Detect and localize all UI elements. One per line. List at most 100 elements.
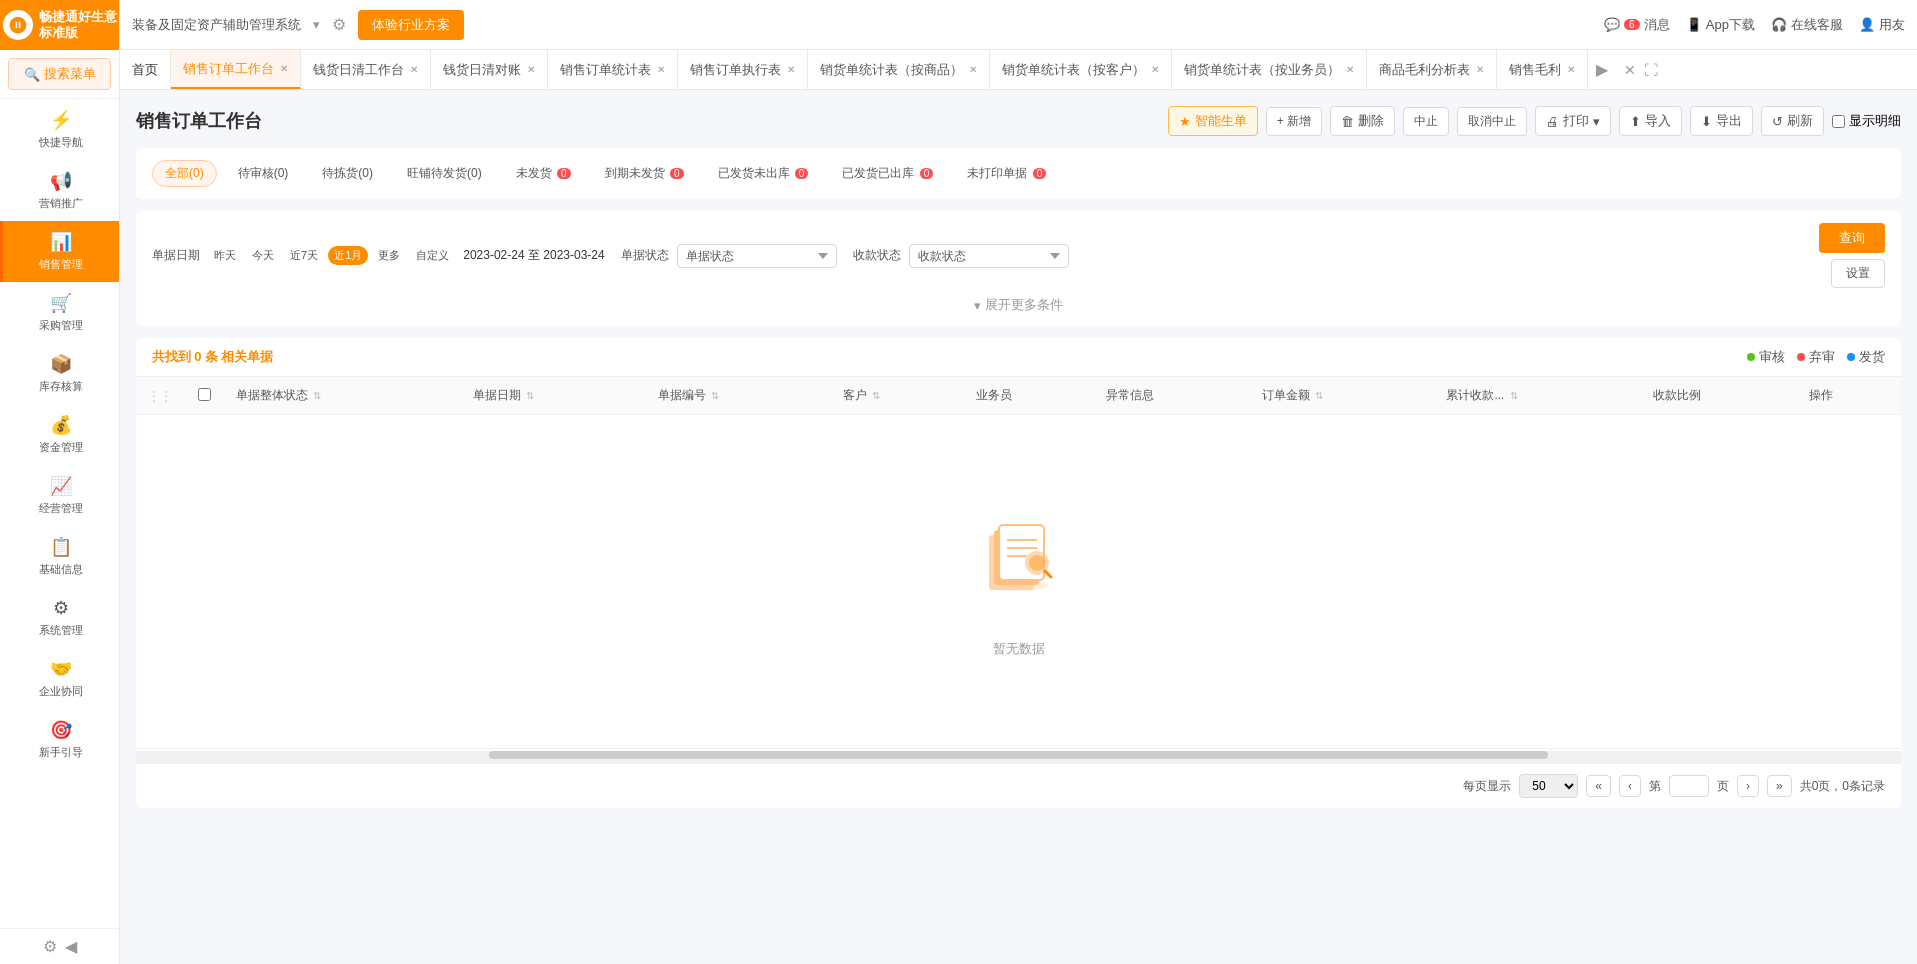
online-service-button[interactable]: 🎧 在线客服 xyxy=(1771,16,1843,34)
review-action-button[interactable]: 审核 xyxy=(1747,348,1785,366)
col-number[interactable]: 单据编号 ⇅ xyxy=(646,377,831,415)
sidebar-item-basic[interactable]: 📋 基础信息 xyxy=(0,526,119,587)
tab-sales-profit[interactable]: 销售毛利 ✕ xyxy=(1497,50,1588,89)
expand-conditions-button[interactable]: ▾ 展开更多条件 xyxy=(974,296,1063,314)
tab-sales-stats-staff[interactable]: 销货单统计表（按业务员） ✕ xyxy=(1172,50,1367,89)
select-all-checkbox[interactable] xyxy=(198,388,211,401)
tab-maximize-button[interactable]: ⛶ xyxy=(1642,60,1660,80)
date-btn-more[interactable]: 更多 xyxy=(372,246,406,265)
purchase-icon: 🛒 xyxy=(50,292,72,314)
date-btn-1month[interactable]: 近1月 xyxy=(328,246,368,265)
search-menu-button[interactable]: 🔍 搜索菜单 xyxy=(8,58,111,90)
filter-tab-not-shipped[interactable]: 未发货 0 xyxy=(503,160,584,187)
tab-close-sales-order[interactable]: ✕ xyxy=(280,63,288,74)
sidebar-item-inventory[interactable]: 📦 库存核算 xyxy=(0,343,119,404)
date-btn-7days[interactable]: 近7天 xyxy=(284,246,324,265)
sidebar-item-finance[interactable]: 💰 资金管理 xyxy=(0,404,119,465)
message-button[interactable]: 💬 6 消息 xyxy=(1604,16,1670,34)
prev-page-button[interactable]: ‹ xyxy=(1619,775,1641,797)
tab-sales-order-workspace[interactable]: 销售订单工作台 ✕ xyxy=(171,50,301,89)
filter-tab-shipped-not-out[interactable]: 已发货未出库 0 xyxy=(705,160,822,187)
smart-order-button[interactable]: ★ 智能生单 xyxy=(1168,106,1258,136)
tab-close-all-button[interactable]: ✕ xyxy=(1622,60,1638,80)
tab-close-profit[interactable]: ✕ xyxy=(1567,64,1575,75)
show-detail-label[interactable]: 显示明细 xyxy=(1832,112,1901,130)
tab-close-stats-staff[interactable]: ✕ xyxy=(1346,64,1354,75)
sidebar-bottom: ⚙ ◀ xyxy=(0,928,119,964)
query-button[interactable]: 查询 xyxy=(1819,223,1885,253)
sidebar-item-quicknav[interactable]: ⚡ 快捷导航 xyxy=(0,99,119,160)
sidebar-item-system[interactable]: ⚙ 系统管理 xyxy=(0,587,119,648)
date-btn-yesterday[interactable]: 昨天 xyxy=(208,246,242,265)
suspend-button[interactable]: 中止 xyxy=(1403,107,1449,136)
last-page-button[interactable]: » xyxy=(1767,775,1792,797)
tab-product-margin[interactable]: 商品毛利分析表 ✕ xyxy=(1367,50,1497,89)
filter-tab-all[interactable]: 全部(0) xyxy=(152,160,217,187)
date-btn-custom[interactable]: 自定义 xyxy=(410,246,455,265)
sidebar-item-marketing[interactable]: 📢 营销推广 xyxy=(0,160,119,221)
ship-action-button[interactable]: 发货 xyxy=(1847,348,1885,366)
chevron-down-icon[interactable]: ▾ xyxy=(313,17,320,32)
print-button[interactable]: 🖨 打印 ▾ xyxy=(1535,106,1611,136)
sidebar-item-operations[interactable]: 📈 经营管理 xyxy=(0,465,119,526)
filter-tab-wangpu[interactable]: 旺铺待发货(0) xyxy=(394,160,495,187)
sidebar-settings-button[interactable]: ⚙ xyxy=(43,937,57,956)
tab-close-margin[interactable]: ✕ xyxy=(1476,64,1484,75)
date-btn-today[interactable]: 今天 xyxy=(246,246,280,265)
receipt-label: 收款状态 xyxy=(853,247,901,264)
sidebar-item-purchase[interactable]: 🛒 采购管理 xyxy=(0,282,119,343)
current-page-input[interactable]: 1 xyxy=(1669,775,1709,797)
settings-icon[interactable]: ⚙ xyxy=(332,15,346,34)
filter-tab-pending-inspect[interactable]: 待拣货(0) xyxy=(309,160,386,187)
col-date[interactable]: 单据日期 ⇅ xyxy=(461,377,646,415)
per-page-select[interactable]: 10 20 50 100 xyxy=(1519,774,1578,798)
tab-sales-order-stats[interactable]: 销售订单统计表 ✕ xyxy=(548,50,678,89)
tab-home[interactable]: 首页 xyxy=(120,50,171,89)
col-collected[interactable]: 累计收款... ⇅ xyxy=(1434,377,1641,415)
tab-cash-goods-reconcile[interactable]: 钱货日清对账 ✕ xyxy=(431,50,548,89)
delete-button[interactable]: 🗑 删除 xyxy=(1330,106,1395,136)
tab-more-button[interactable]: ▶ xyxy=(1588,50,1616,89)
export-button[interactable]: ⬇ 导出 xyxy=(1690,106,1753,136)
filter-tab-pending-review[interactable]: 待审核(0) xyxy=(225,160,302,187)
tab-cash-daily-workspace[interactable]: 钱货日清工作台 ✕ xyxy=(301,50,431,89)
sidebar-item-newbie[interactable]: 🎯 新手引导 xyxy=(0,709,119,770)
user-button[interactable]: 👤 用友 xyxy=(1859,16,1905,34)
app-download-button[interactable]: 📱 App下载 xyxy=(1686,16,1755,34)
col-status[interactable]: 单据整体状态 ⇅ xyxy=(224,377,461,415)
refresh-button[interactable]: ↺ 刷新 xyxy=(1761,106,1824,136)
tab-close-order-exec[interactable]: ✕ xyxy=(787,64,795,75)
setting-button[interactable]: 设置 xyxy=(1831,259,1885,288)
tab-close-cash-daily[interactable]: ✕ xyxy=(410,64,418,75)
cancel-suspend-button[interactable]: 取消中止 xyxy=(1457,107,1527,136)
print-chevron-icon: ▾ xyxy=(1593,114,1600,129)
sidebar-item-enterprise[interactable]: 🤝 企业协同 xyxy=(0,648,119,709)
filter-tab-shipped-out[interactable]: 已发货已出库 0 xyxy=(829,160,946,187)
tab-sales-order-exec[interactable]: 销售订单执行表 ✕ xyxy=(678,50,808,89)
filter-tab-expired-not-shipped[interactable]: 到期未发货 0 xyxy=(592,160,697,187)
show-detail-checkbox[interactable] xyxy=(1832,115,1845,128)
checkbox-col-header[interactable] xyxy=(184,377,224,415)
tab-sales-stats-customer[interactable]: 销货单统计表（按客户） ✕ xyxy=(990,50,1172,89)
tab-sales-stats-product[interactable]: 销货单统计表（按商品） ✕ xyxy=(808,50,990,89)
scroll-thumb[interactable] xyxy=(489,751,1548,759)
first-page-button[interactable]: « xyxy=(1586,775,1611,797)
experience-button[interactable]: 体验行业方案 xyxy=(358,10,464,40)
tab-close-reconcile[interactable]: ✕ xyxy=(527,64,535,75)
filter-tab-not-printed[interactable]: 未打印单据 0 xyxy=(954,160,1059,187)
sidebar-item-sales[interactable]: 📊 销售管理 xyxy=(0,221,119,282)
cancel-review-action-button[interactable]: 弃审 xyxy=(1797,348,1835,366)
tab-close-stats-product[interactable]: ✕ xyxy=(969,64,977,75)
tab-close-order-stats[interactable]: ✕ xyxy=(657,64,665,75)
col-customer[interactable]: 客户 ⇅ xyxy=(831,377,964,415)
tab-close-stats-customer[interactable]: ✕ xyxy=(1151,64,1159,75)
sidebar-collapse-button[interactable]: ◀ xyxy=(65,937,77,956)
next-page-button[interactable]: › xyxy=(1737,775,1759,797)
import-button[interactable]: ⬆ 导入 xyxy=(1619,106,1682,136)
col-amount[interactable]: 订单金额 ⇅ xyxy=(1250,377,1435,415)
horizontal-scrollbar[interactable] xyxy=(136,751,1901,763)
receipt-select[interactable]: 收款状态 xyxy=(909,244,1069,268)
page-title: 销售订单工作台 xyxy=(136,109,262,133)
new-button[interactable]: + 新增 xyxy=(1266,107,1322,136)
status-select[interactable]: 单据状态 xyxy=(677,244,837,268)
